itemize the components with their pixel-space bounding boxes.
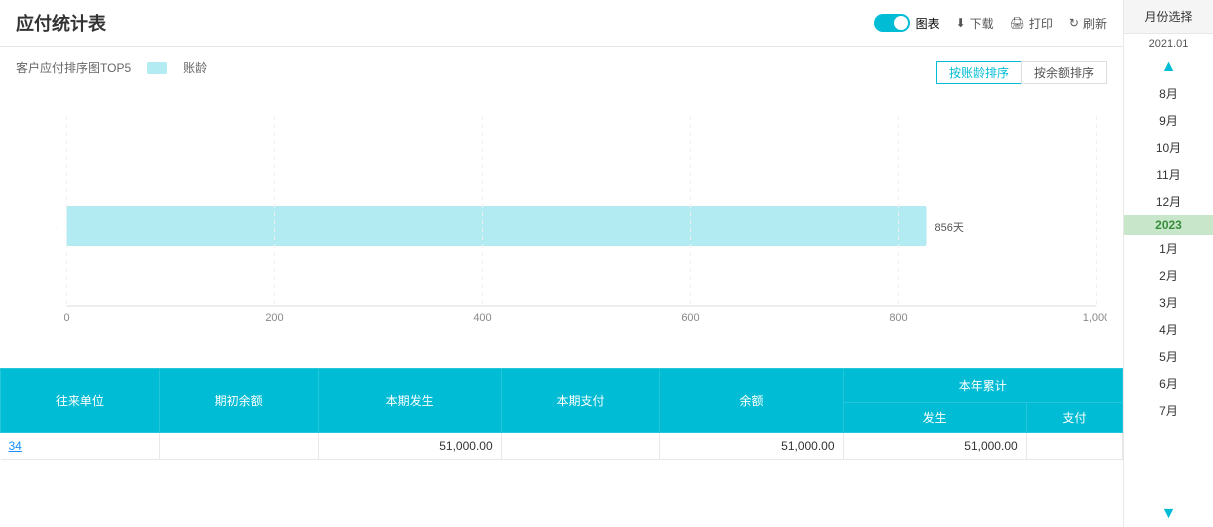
sidebar-year-2023: 2023 bbox=[1124, 215, 1213, 235]
sidebar-month-8[interactable]: 8月 bbox=[1124, 80, 1213, 107]
sidebar-months-list: 8月 9月 10月 11月 12月 2023 1月 2月 3月 4月 5月 6月… bbox=[1124, 80, 1213, 501]
sidebar-month-9[interactable]: 9月 bbox=[1124, 107, 1213, 134]
col-ytd-header: 本年累计 bbox=[843, 369, 1122, 403]
header-actions: 图表 ⬇ 下载 🖨 打印 ↻ 刷新 bbox=[874, 14, 1107, 32]
print-icon: 🖨 bbox=[1010, 16, 1025, 30]
col-ytd-pay-header: 支付 bbox=[1026, 403, 1122, 433]
svg-text:856天: 856天 bbox=[935, 222, 964, 234]
sidebar-month-11[interactable]: 11月 bbox=[1124, 161, 1213, 188]
col-current-pay-header: 本期支付 bbox=[501, 369, 660, 433]
download-button[interactable]: ⬇ 下载 bbox=[956, 15, 994, 32]
cell-opening bbox=[159, 433, 318, 460]
chart-container: 34 856天 0 200 400 600 800 1,000 bbox=[56, 86, 1107, 356]
page-header: 应付统计表 图表 ⬇ 下载 🖨 打印 ↻ 刷新 bbox=[0, 0, 1123, 47]
chart-controls: 按账龄排序 按余额排序 bbox=[936, 61, 1107, 84]
sidebar-month-10[interactable]: 10月 bbox=[1124, 134, 1213, 161]
col-balance-header: 余额 bbox=[660, 369, 843, 433]
sidebar-month-2[interactable]: 2月 bbox=[1124, 262, 1213, 289]
sidebar-month-4[interactable]: 4月 bbox=[1124, 316, 1213, 343]
download-label: 下载 bbox=[970, 15, 994, 32]
sidebar-year-value: 2021.01 bbox=[1124, 34, 1213, 54]
cell-current-pay bbox=[501, 433, 660, 460]
download-icon: ⬇ bbox=[956, 16, 966, 30]
svg-text:1,000: 1,000 bbox=[1083, 312, 1107, 324]
sidebar-month-5[interactable]: 5月 bbox=[1124, 343, 1213, 370]
svg-text:600: 600 bbox=[681, 312, 699, 324]
page-title: 应付统计表 bbox=[16, 10, 106, 36]
print-label: 打印 bbox=[1029, 15, 1053, 32]
sidebar-month-12[interactable]: 12月 bbox=[1124, 188, 1213, 215]
print-button[interactable]: 🖨 打印 bbox=[1010, 15, 1053, 32]
svg-text:200: 200 bbox=[265, 312, 283, 324]
table-section: 往来单位 期初余额 本期发生 本期支付 余额 本年累计 发生 支付 34 bbox=[0, 368, 1123, 527]
col-opening-header: 期初余额 bbox=[159, 369, 318, 433]
sidebar-header: 月份选择 bbox=[1124, 0, 1213, 34]
chart-label: 图表 bbox=[916, 15, 940, 32]
sidebar-down-button[interactable]: ▼ bbox=[1124, 501, 1213, 527]
sidebar-month-6[interactable]: 6月 bbox=[1124, 370, 1213, 397]
sort-by-age-button[interactable]: 按账龄排序 bbox=[936, 61, 1021, 84]
chart-toggle[interactable]: 图表 bbox=[874, 14, 940, 32]
table-row: 34 51,000.00 51,000.00 51,000.00 bbox=[1, 433, 1123, 460]
svg-text:0: 0 bbox=[63, 312, 69, 324]
chart-svg: 34 856天 0 200 400 600 800 1,000 bbox=[56, 86, 1107, 356]
svg-text:400: 400 bbox=[473, 312, 491, 324]
refresh-label: 刷新 bbox=[1083, 15, 1107, 32]
month-sidebar: 月份选择 2021.01 ▲ 8月 9月 10月 11月 12月 2023 1月… bbox=[1123, 0, 1213, 527]
refresh-icon: ↻ bbox=[1069, 16, 1079, 30]
cell-balance: 51,000.00 bbox=[660, 433, 843, 460]
cell-unit[interactable]: 34 bbox=[1, 433, 160, 460]
toggle-switch[interactable] bbox=[874, 14, 910, 32]
legend-label: 账龄 bbox=[183, 59, 207, 76]
cell-current-occur: 51,000.00 bbox=[318, 433, 501, 460]
sidebar-month-7[interactable]: 7月 bbox=[1124, 397, 1213, 424]
col-current-occur-header: 本期发生 bbox=[318, 369, 501, 433]
chart-legend: 客户应付排序图TOP5 账龄 bbox=[16, 59, 207, 76]
col-unit-header: 往来单位 bbox=[1, 369, 160, 433]
data-table: 往来单位 期初余额 本期发生 本期支付 余额 本年累计 发生 支付 34 bbox=[0, 368, 1123, 460]
table-header-row: 往来单位 期初余额 本期发生 本期支付 余额 本年累计 bbox=[1, 369, 1123, 403]
sidebar-month-3[interactable]: 3月 bbox=[1124, 289, 1213, 316]
svg-text:34: 34 bbox=[56, 222, 57, 234]
chart-section: 客户应付排序图TOP5 账龄 按账龄排序 按余额排序 34 856天 bbox=[0, 47, 1123, 368]
svg-text:800: 800 bbox=[889, 312, 907, 324]
legend-dot bbox=[147, 62, 167, 74]
cell-ytd-pay bbox=[1026, 433, 1122, 460]
sidebar-month-1[interactable]: 1月 bbox=[1124, 235, 1213, 262]
cell-ytd-occur: 51,000.00 bbox=[843, 433, 1026, 460]
sort-by-amount-button[interactable]: 按余额排序 bbox=[1021, 61, 1107, 84]
chart-legend-row: 客户应付排序图TOP5 账龄 按账龄排序 按余额排序 bbox=[16, 59, 1107, 86]
legend-title: 客户应付排序图TOP5 bbox=[16, 59, 131, 76]
col-ytd-occur-header: 发生 bbox=[843, 403, 1026, 433]
sidebar-up-button[interactable]: ▲ bbox=[1124, 54, 1213, 80]
refresh-button[interactable]: ↻ 刷新 bbox=[1069, 15, 1107, 32]
